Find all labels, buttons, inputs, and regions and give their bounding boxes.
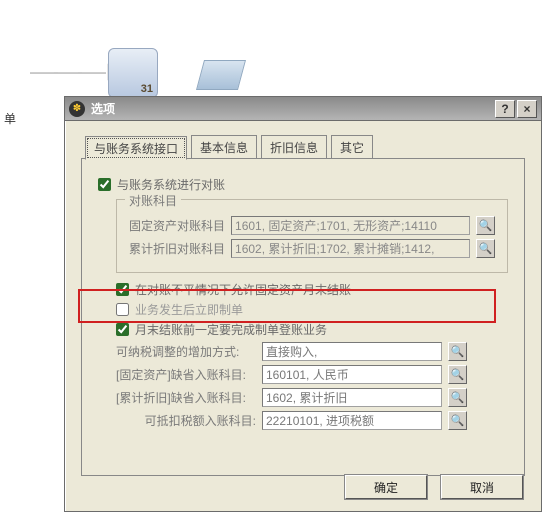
magnifier-icon: 🔍: [479, 219, 493, 232]
options-dialog: ✽ 选项 ? × 与账务系统接口 基本信息 折旧信息 其它 与账务系统进行对账 …: [64, 96, 542, 512]
tab-finance-interface[interactable]: 与账务系统接口: [85, 136, 187, 160]
tab-other[interactable]: 其它: [331, 135, 373, 159]
magnifier-icon: 🔍: [479, 242, 493, 255]
depr-default-label: [累计折旧]缺省入账科目:: [116, 389, 256, 406]
deduct-field[interactable]: 22210101, 进项税额: [262, 411, 442, 430]
chk-allow-month-close-box[interactable]: [116, 283, 129, 296]
asset-default-lookup[interactable]: 🔍: [448, 365, 467, 384]
tax-method-field[interactable]: 直接购入,: [262, 342, 442, 361]
bg-calendar-icon: [108, 48, 158, 98]
tax-method-label: 可纳税调整的增加方式:: [116, 343, 256, 360]
row-depr-default: [累计折旧]缺省入账科目: 1602, 累计折旧 🔍: [116, 388, 508, 407]
ok-button[interactable]: 确定: [345, 475, 427, 499]
chk-monthend-voucher-label: 月末结账前一定要完成制单登账业务: [135, 321, 327, 338]
deduct-label: 可抵扣税额入账科目:: [116, 412, 256, 429]
depr-default-lookup[interactable]: 🔍: [448, 388, 467, 407]
row-depr-subject: 累计折旧对账科目 1602, 累计折旧;1702, 累计摊销;1412, 🔍: [129, 239, 495, 258]
row-asset-subject: 固定资产对账科目 1601, 固定资产;1701, 无形资产;14110 🔍: [129, 216, 495, 235]
row-tax-method: 可纳税调整的增加方式: 直接购入, 🔍: [116, 342, 508, 361]
titlebar: ✽ 选项 ? ×: [65, 97, 541, 121]
asset-default-label: [固定资产]缺省入账科目:: [116, 366, 256, 383]
chk-make-voucher[interactable]: 业务发生后立即制单: [116, 301, 508, 318]
magnifier-icon: 🔍: [451, 368, 465, 381]
chk-allow-month-close[interactable]: 在对账不平情况下允许固定资产月末结账: [116, 281, 508, 298]
bg-card-icon: [196, 60, 246, 90]
magnifier-icon: 🔍: [451, 345, 465, 358]
close-button[interactable]: ×: [517, 100, 537, 118]
depr-default-field[interactable]: 1602, 累计折旧: [262, 388, 442, 407]
magnifier-icon: 🔍: [451, 414, 465, 427]
chk-sync-with-finance[interactable]: 与账务系统进行对账: [98, 176, 508, 193]
tab-panel: 与账务系统进行对账 对账科目 固定资产对账科目 1601, 固定资产;1701,…: [81, 158, 525, 476]
dialog-title: 选项: [91, 100, 493, 117]
asset-subject-field[interactable]: 1601, 固定资产;1701, 无形资产;14110: [231, 216, 470, 235]
group-reconcile-subject: 对账科目 固定资产对账科目 1601, 固定资产;1701, 无形资产;1411…: [116, 199, 508, 273]
chk-sync-with-finance-label: 与账务系统进行对账: [117, 176, 225, 193]
tax-method-lookup[interactable]: 🔍: [448, 342, 467, 361]
cancel-button[interactable]: 取消: [441, 475, 523, 499]
tab-basic-info[interactable]: 基本信息: [191, 135, 257, 159]
group-legend: 对账科目: [125, 192, 181, 209]
dialog-sys-icon: ✽: [69, 101, 85, 117]
asset-subject-label: 固定资产对账科目: [129, 217, 225, 234]
tab-depreciation-info[interactable]: 折旧信息: [261, 135, 327, 159]
chk-monthend-voucher[interactable]: 月末结账前一定要完成制单登账业务: [116, 321, 508, 338]
dialog-content: 与账务系统接口 基本信息 折旧信息 其它 与账务系统进行对账 对账科目 固定资产…: [65, 121, 541, 486]
depr-subject-label: 累计折旧对账科目: [129, 240, 225, 257]
chk-sync-with-finance-box[interactable]: [98, 178, 111, 191]
asset-default-field[interactable]: 160101, 人民币: [262, 365, 442, 384]
chk-monthend-voucher-box[interactable]: [116, 323, 129, 336]
dialog-buttons: 确定 取消: [345, 475, 523, 499]
asset-subject-lookup[interactable]: 🔍: [476, 216, 495, 235]
row-asset-default: [固定资产]缺省入账科目: 160101, 人民币 🔍: [116, 365, 508, 384]
form-rows: 可纳税调整的增加方式: 直接购入, 🔍 [固定资产]缺省入账科目: 160101…: [116, 342, 508, 430]
magnifier-icon: 🔍: [451, 391, 465, 404]
depr-subject-lookup[interactable]: 🔍: [476, 239, 495, 258]
chk-make-voucher-box[interactable]: [116, 303, 129, 316]
row-deduct: 可抵扣税额入账科目: 22210101, 进项税额 🔍: [116, 411, 508, 430]
help-button[interactable]: ?: [495, 100, 515, 118]
chk-make-voucher-label: 业务发生后立即制单: [135, 301, 243, 318]
bg-partial-label: 单: [4, 110, 16, 127]
tabstrip: 与账务系统接口 基本信息 折旧信息 其它: [81, 135, 525, 159]
chk-allow-month-close-label: 在对账不平情况下允许固定资产月末结账: [135, 281, 351, 298]
deduct-lookup[interactable]: 🔍: [448, 411, 467, 430]
depr-subject-field[interactable]: 1602, 累计折旧;1702, 累计摊销;1412,: [231, 239, 470, 258]
